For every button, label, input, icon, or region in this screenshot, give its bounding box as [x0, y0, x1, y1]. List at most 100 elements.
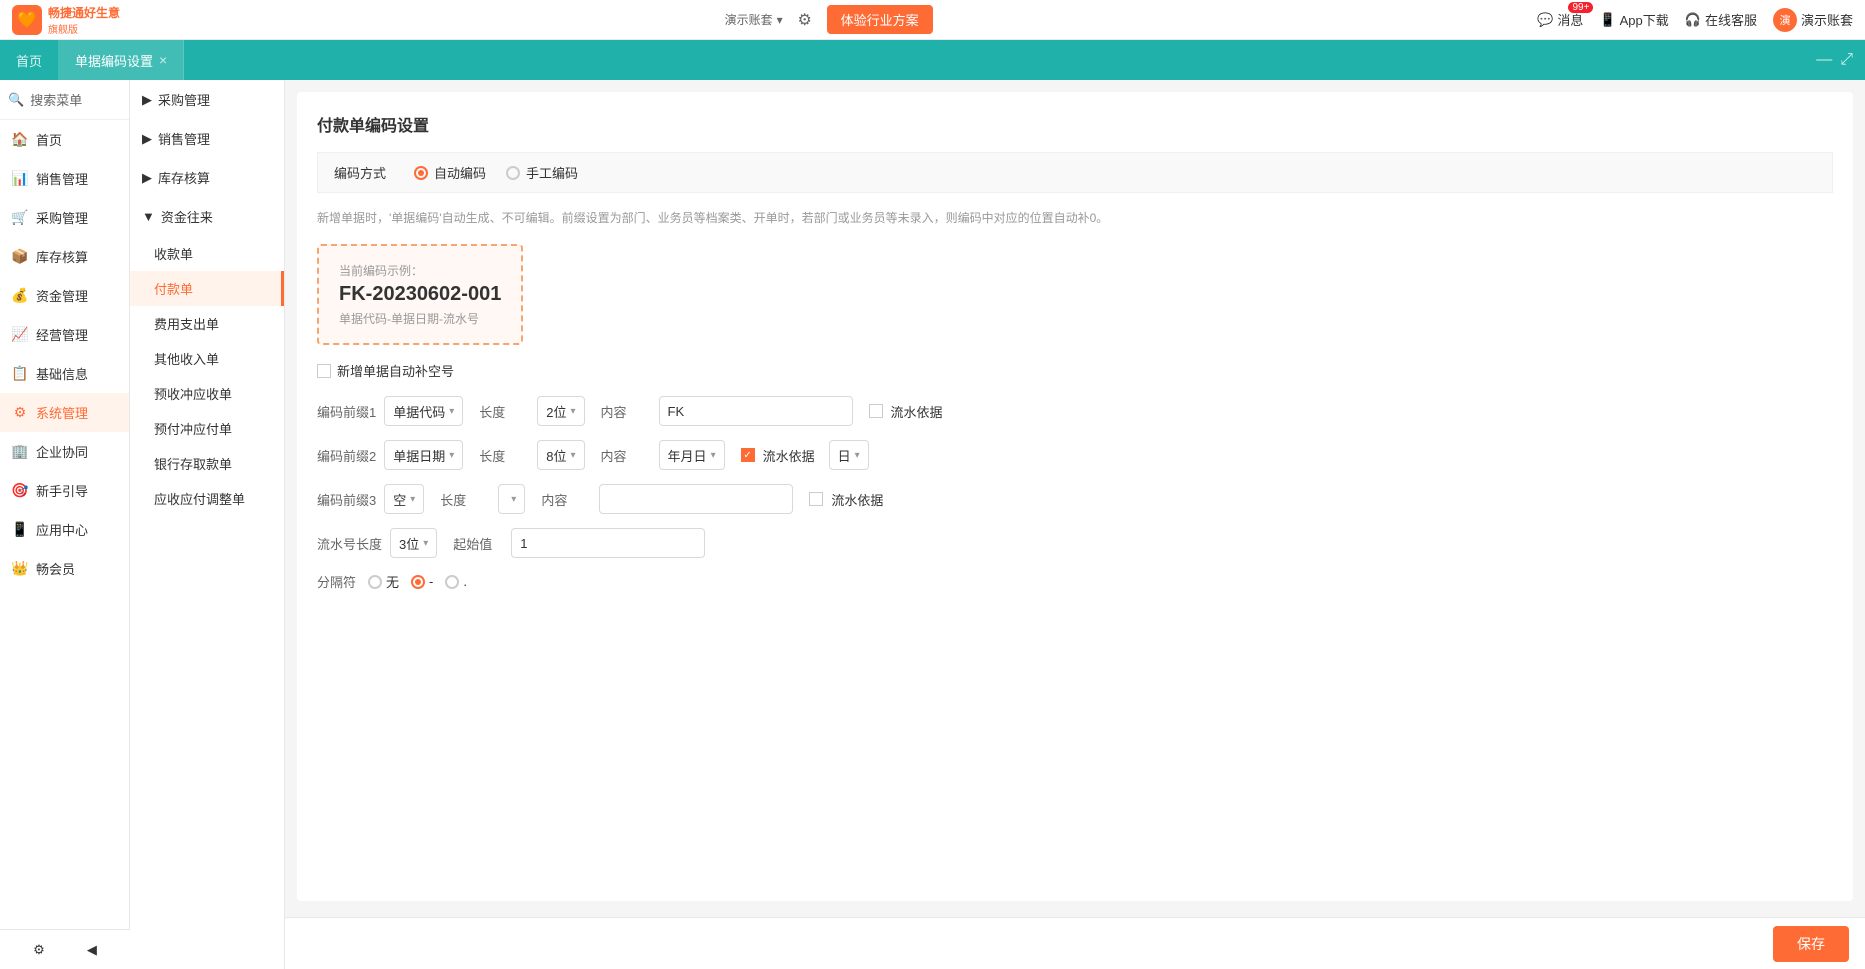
sidebar-item-system[interactable]: ⚙ 系统管理	[0, 393, 129, 432]
manual-encode-radio[interactable]: 手工编码	[506, 163, 578, 182]
sidebar-item-sales[interactable]: 📊 销售管理	[0, 159, 129, 198]
content1-input[interactable]: FK	[659, 396, 853, 426]
sub-item-payment[interactable]: 付款单	[130, 271, 284, 306]
maximize-icon[interactable]: ⤢	[1840, 51, 1853, 69]
start-value-input[interactable]: 1	[511, 528, 705, 558]
sidebar-item-inventory[interactable]: 📦 库存核算	[0, 237, 129, 276]
sep-dot-circle[interactable]	[445, 575, 459, 589]
search-menu-btn[interactable]: 🔍 搜索菜单	[8, 90, 121, 109]
length3-field: 长度 ▾	[440, 484, 525, 514]
sub-item-expense[interactable]: 费用支出单	[130, 306, 284, 341]
stream3-checkbox[interactable]	[809, 492, 823, 506]
sidebar-search[interactable]: 🔍 搜索菜单	[0, 80, 129, 120]
message-icon: 💬	[1537, 12, 1553, 28]
content2-select[interactable]: 年月日 ▾	[659, 440, 725, 470]
chevron-down-icon: ▾	[777, 13, 783, 27]
length1-chevron: ▾	[571, 406, 576, 417]
content3-label: 内容	[541, 490, 591, 509]
sidebar-item-purchase[interactable]: 🛒 采购管理	[0, 198, 129, 237]
length1-select[interactable]: 2位 ▾	[537, 396, 584, 426]
length2-field: 长度 8位 ▾	[479, 440, 584, 470]
preview-sub: 单据代码-单据日期-流水号	[339, 310, 501, 327]
sidebar-company-label: 企业协同	[36, 442, 88, 461]
minimize-icon[interactable]: —	[1816, 51, 1832, 69]
sep-dot-radio[interactable]: .	[445, 574, 467, 589]
sidebar-item-appcenter[interactable]: 📱 应用中心	[0, 510, 129, 549]
sub-group-inventory[interactable]: ▶ 库存核算	[130, 158, 284, 197]
preview-box: 当前编码示例： FK-20230602-001 单据代码-单据日期-流水号	[317, 244, 523, 345]
sep-none-circle[interactable]	[368, 575, 382, 589]
messages-badge: 99+	[1568, 2, 1593, 13]
navtabs: 首页 单据编码设置 × — ⤢	[0, 40, 1865, 80]
auto-fill-checkbox[interactable]	[317, 364, 331, 378]
sep-dash-circle[interactable]	[411, 575, 425, 589]
sidebar-item-operations[interactable]: 📈 经营管理	[0, 315, 129, 354]
sub-item-receipt[interactable]: 收款单	[130, 236, 284, 271]
sidebar-item-home[interactable]: 🏠 首页	[0, 120, 129, 159]
sep-none-radio[interactable]: 无	[368, 572, 399, 591]
content2-value: 年月日	[668, 446, 707, 465]
info-text: 新增单据时，'单据编码'自动生成、不可编辑。前缀设置为部门、业务员等档案类、开单…	[317, 209, 1833, 228]
online-support-item[interactable]: 🎧 在线客服	[1685, 10, 1757, 29]
stream1-checkbox[interactable]	[869, 404, 883, 418]
sidebar-item-basic[interactable]: 📋 基础信息	[0, 354, 129, 393]
inventory-icon: 📦	[12, 249, 28, 265]
sub-group-finance[interactable]: ▼ 资金往来	[130, 197, 284, 236]
length3-select[interactable]: ▾	[498, 484, 525, 514]
serial-length-select[interactable]: 3位 ▾	[390, 528, 437, 558]
auto-encode-circle[interactable]	[414, 166, 428, 180]
trial-button[interactable]: 体验行业方案	[827, 5, 933, 34]
bottom-settings-icon[interactable]: ⚙	[33, 942, 45, 958]
stream2-select[interactable]: 日 ▾	[829, 440, 869, 470]
auto-encode-radio[interactable]: 自动编码	[414, 163, 486, 182]
length2-select[interactable]: 8位 ▾	[537, 440, 584, 470]
serial-length-field: 流水号长度 3位 ▾	[317, 528, 437, 558]
basic-icon: 📋	[12, 366, 28, 382]
manual-encode-circle[interactable]	[506, 166, 520, 180]
prefix1-select[interactable]: 单据代码 ▾	[384, 396, 463, 426]
prefix3-field: 编码前缀3 空 ▾	[317, 484, 424, 514]
prefix3-select[interactable]: 空 ▾	[384, 484, 424, 514]
content3-field: 内容	[541, 484, 793, 514]
sub-item-other-income[interactable]: 其他收入单	[130, 341, 284, 376]
app-download-item[interactable]: 📱 App下载	[1599, 10, 1668, 29]
sidebar-item-newguide[interactable]: 🎯 新手引导	[0, 471, 129, 510]
prefix1-row: 编码前缀1 单据代码 ▾ 长度 2位 ▾ 内容 FK 流水依据	[317, 396, 1833, 426]
preview-code: FK-20230602-001	[339, 283, 501, 306]
messages-item[interactable]: 💬 消息 99+	[1537, 10, 1583, 29]
prefix2-select[interactable]: 单据日期 ▾	[384, 440, 463, 470]
length2-label: 长度	[479, 446, 529, 465]
sub-group-sales[interactable]: ▶ 销售管理	[130, 119, 284, 158]
content3-input[interactable]	[599, 484, 793, 514]
sub-group-purchase[interactable]: ▶ 采购管理	[130, 80, 284, 119]
sidebar-item-finance[interactable]: 💰 资金管理	[0, 276, 129, 315]
sub-item-bank[interactable]: 银行存取款单	[130, 446, 284, 481]
sub-group-inventory-label: 库存核算	[158, 168, 210, 187]
prefix1-value: 单据代码	[393, 402, 445, 421]
sidebar-guide-label: 新手引导	[36, 481, 88, 500]
stream2-field: ✓ 流水依据 日 ▾	[741, 440, 869, 470]
save-button[interactable]: 保存	[1773, 926, 1849, 962]
company-selector[interactable]: 演示账套 ▾	[725, 11, 783, 28]
close-icon[interactable]: ×	[159, 52, 167, 68]
sep-dash-radio[interactable]: -	[411, 574, 433, 589]
stream2-checkbox[interactable]: ✓	[741, 448, 755, 462]
sep-dash-label: -	[429, 574, 433, 589]
stream3-field: 流水依据	[809, 490, 883, 509]
sub-group-sales-label: 销售管理	[158, 129, 210, 148]
topbar-right: 💬 消息 99+ 📱 App下载 🎧 在线客服 演 演示账套	[1537, 8, 1853, 32]
sub-item-adjustment[interactable]: 应收应付调整单	[130, 481, 284, 516]
topbar-mid: 演示账套 ▾ ⚙ 体验行业方案	[725, 5, 933, 34]
tab-home[interactable]: 首页	[0, 40, 59, 80]
bottom-collapse-icon[interactable]: ◀	[87, 942, 97, 958]
user-item[interactable]: 演 演示账套	[1773, 8, 1853, 32]
sidebar-item-company[interactable]: 🏢 企业协同	[0, 432, 129, 471]
settings-icon[interactable]: ⚙	[791, 6, 819, 34]
sub-item-pre-receipt[interactable]: 预收冲应收单	[130, 376, 284, 411]
member-icon: 👑	[12, 561, 28, 577]
sub-item-pre-payment[interactable]: 预付冲应付单	[130, 411, 284, 446]
tab-encoding-settings[interactable]: 单据编码设置 ×	[59, 40, 184, 80]
content-area: 付款单编码设置 编码方式 自动编码 手工编码 新增单据时，'单据编码'自动生成、…	[297, 92, 1853, 901]
sidebar-item-member[interactable]: 👑 畅会员	[0, 549, 129, 588]
encoding-type-row: 编码方式 自动编码 手工编码	[317, 152, 1833, 193]
